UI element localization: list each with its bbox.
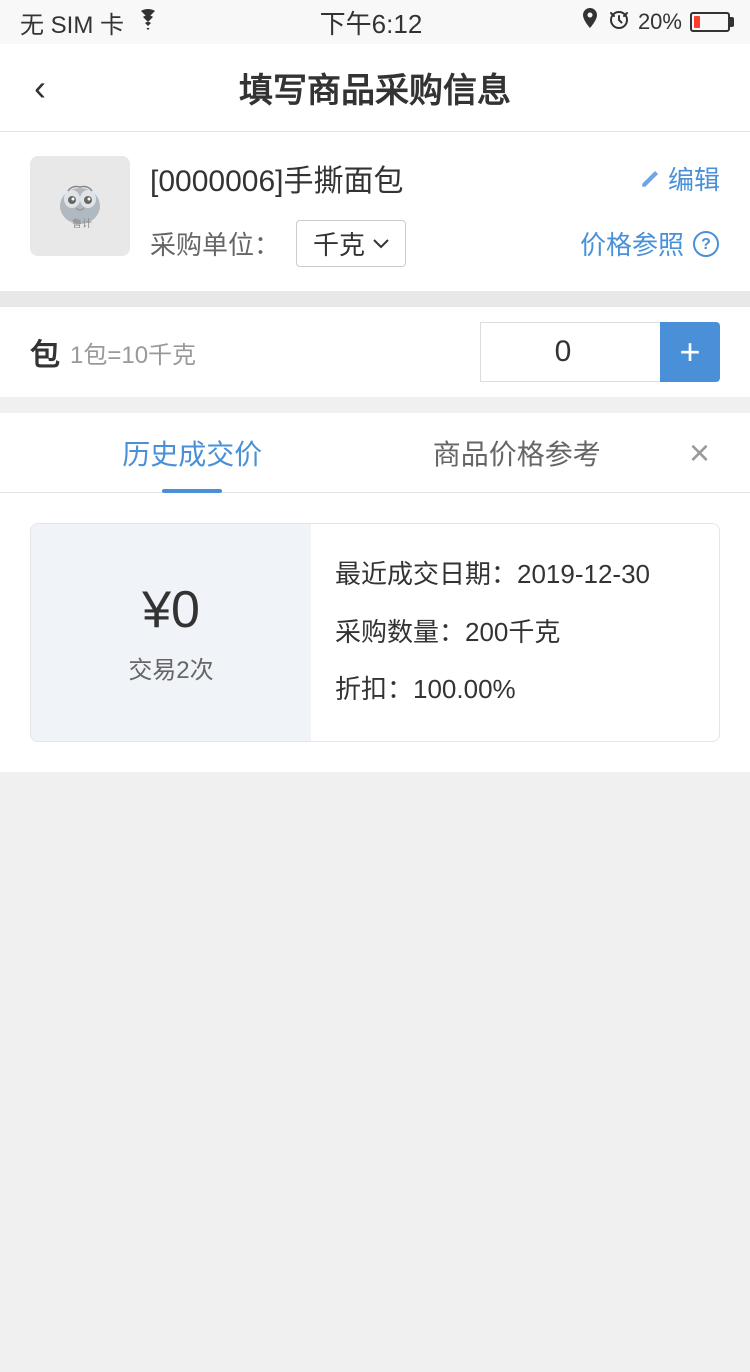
battery-icon (690, 12, 730, 32)
svg-text:?: ? (701, 236, 711, 253)
history-price-value: ¥0 (142, 580, 200, 640)
quantity-plus-button[interactable]: + (660, 322, 720, 382)
history-trades: 交易2次 (128, 650, 213, 685)
history-qty-row: 采购数量：200千克 (335, 612, 695, 654)
status-right: 20% (580, 8, 730, 36)
product-thumbnail: 鲁计 (30, 156, 130, 256)
status-left: 无 SIM 卡 (20, 5, 162, 40)
history-price-left: ¥0 交易2次 (31, 524, 311, 741)
main-background (0, 772, 750, 1372)
back-button[interactable]: ‹ (24, 57, 56, 119)
tab-content: ¥0 交易2次 最近成交日期：2019-12-30 采购数量：200千克 折扣：… (0, 493, 750, 772)
history-date-row: 最近成交日期：2019-12-30 (335, 554, 695, 596)
unit-row: 采购单位： 千克 价格参照 ? (150, 220, 720, 267)
price-ref-button[interactable]: 价格参照 ? (580, 225, 720, 262)
svg-text:鲁计: 鲁计 (72, 217, 92, 230)
unit-label: 采购单位： (150, 225, 280, 262)
quantity-hint: 1包=10千克 (70, 335, 196, 370)
divider-1 (0, 291, 750, 307)
status-time: 下午6:12 (320, 4, 423, 41)
product-name: [0000006]手撕面包 (150, 156, 403, 200)
carrier-text: 无 SIM 卡 (20, 5, 124, 40)
status-bar: 无 SIM 卡 下午6:12 20% (0, 0, 750, 44)
product-info: [0000006]手撕面包 编辑 采购单位： 千克 价格参照 ? (150, 156, 720, 267)
product-section: 鲁计 [0000006]手撕面包 编辑 采购单位： 千克 价格参照 (0, 132, 750, 291)
quantity-label-box: 包 1包=10千克 (30, 330, 196, 374)
history-discount-row: 折扣：100.00% (335, 669, 695, 711)
product-owl-icon: 鲁计 (50, 171, 110, 242)
alarm-icon (608, 8, 630, 36)
quantity-controls: + (480, 322, 720, 382)
quantity-unit: 包 (30, 330, 60, 374)
location-icon (580, 8, 600, 36)
quantity-input[interactable] (480, 322, 660, 382)
product-name-row: [0000006]手撕面包 编辑 (150, 156, 720, 200)
tab-history-price[interactable]: 历史成交价 (30, 413, 354, 493)
nav-bar: ‹ 填写商品采购信息 (0, 44, 750, 132)
tab-close-button[interactable]: × (679, 422, 720, 484)
edit-button[interactable]: 编辑 (640, 160, 720, 197)
history-card: ¥0 交易2次 最近成交日期：2019-12-30 采购数量：200千克 折扣：… (30, 523, 720, 742)
wifi-icon (134, 8, 162, 37)
battery-text: 20% (638, 9, 682, 35)
quantity-section: 包 1包=10千克 + (0, 307, 750, 397)
page-title: 填写商品采购信息 (239, 63, 511, 112)
tabs-header: 历史成交价 商品价格参考 × (0, 413, 750, 493)
tabs-section: 历史成交价 商品价格参考 × ¥0 交易2次 最近成交日期：2019-12-30… (0, 413, 750, 772)
history-price-right: 最近成交日期：2019-12-30 采购数量：200千克 折扣：100.00% (311, 524, 719, 741)
unit-select[interactable]: 千克 (296, 220, 406, 267)
tab-product-price-ref[interactable]: 商品价格参考 (354, 413, 678, 493)
